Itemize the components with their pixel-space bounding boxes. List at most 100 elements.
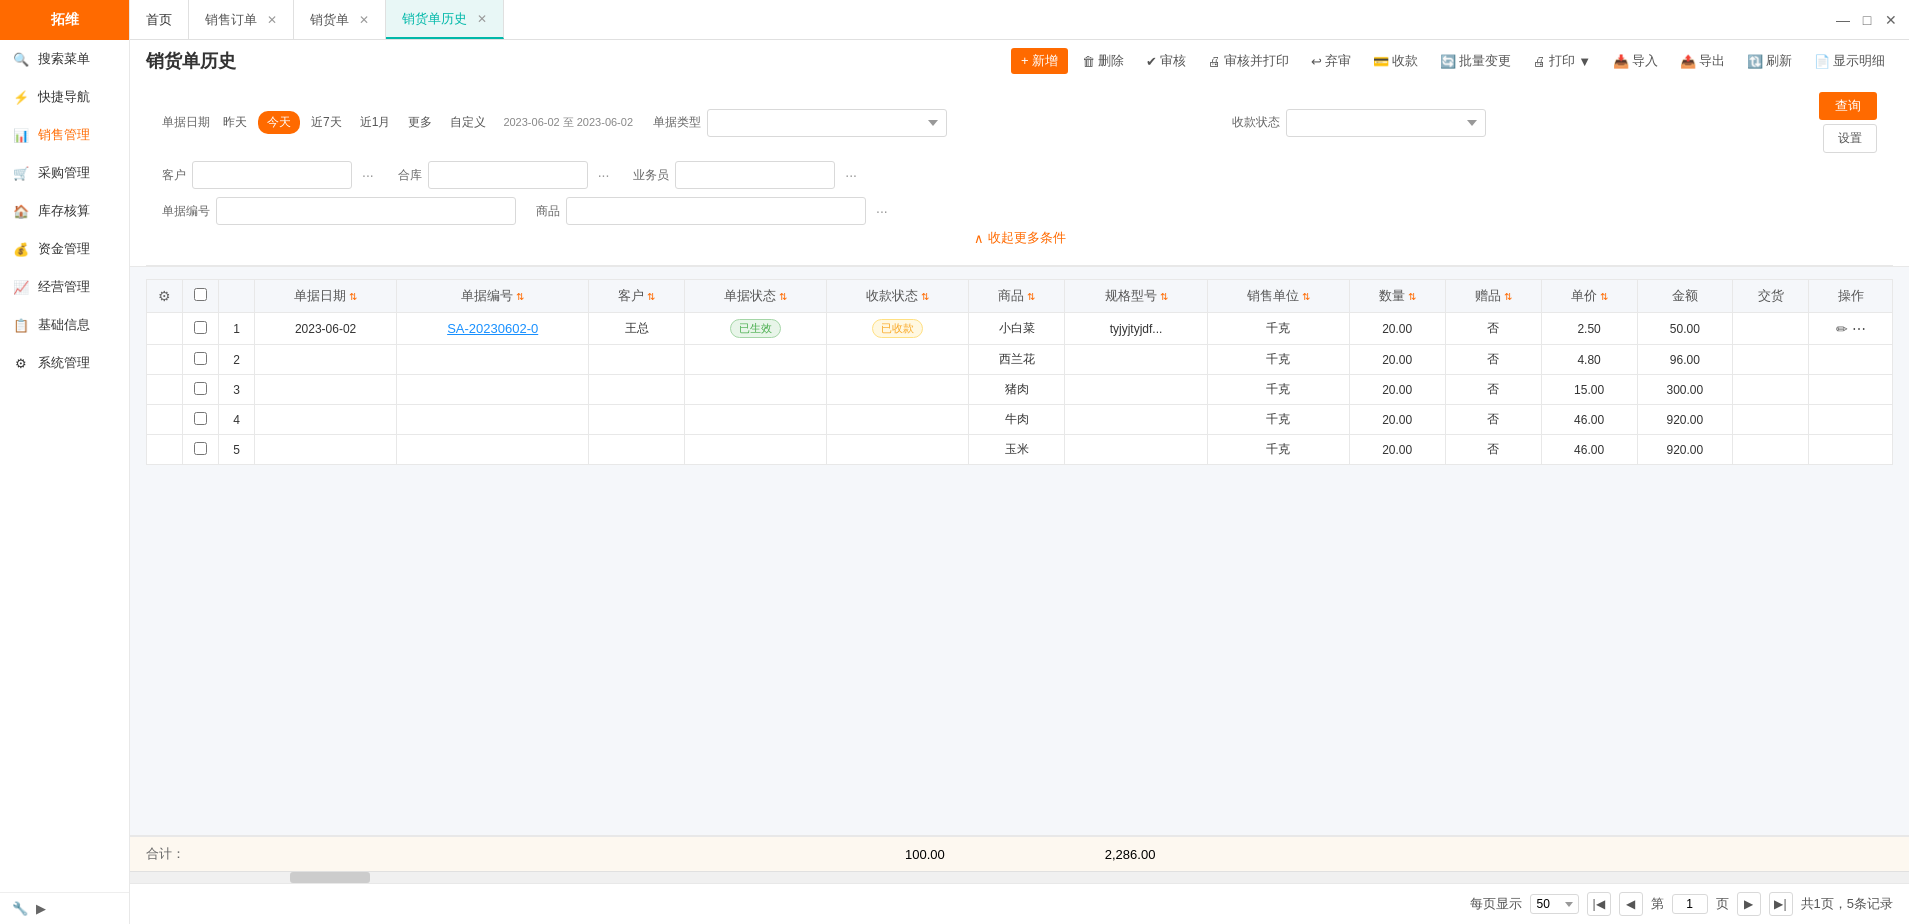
row-doc-no[interactable] xyxy=(397,435,589,465)
filter-warehouse-input[interactable] xyxy=(428,161,588,189)
th-qty[interactable]: 数量 ⇅ xyxy=(1349,280,1445,313)
sort-qty[interactable]: 数量 ⇅ xyxy=(1358,287,1437,305)
audit-print-button[interactable]: 🖨 审核并打印 xyxy=(1200,48,1297,74)
row-check-cell[interactable] xyxy=(183,375,219,405)
abandon-button[interactable]: ↩ 弃审 xyxy=(1303,48,1359,74)
th-payment-status[interactable]: 收款状态 ⇅ xyxy=(827,280,969,313)
row-doc-no[interactable] xyxy=(397,345,589,375)
row-doc-no[interactable]: SA-20230602-0 xyxy=(397,313,589,345)
filter-goods-input[interactable] xyxy=(566,197,866,225)
page-prev-btn[interactable]: ◀ xyxy=(1619,892,1643,916)
import-button[interactable]: 📥 导入 xyxy=(1605,48,1666,74)
new-button[interactable]: + 新增 xyxy=(1011,48,1068,74)
collect-button[interactable]: 💳 收款 xyxy=(1365,48,1426,74)
tab-maximize-btn[interactable]: □ xyxy=(1857,10,1877,30)
th-customer[interactable]: 客户 ⇅ xyxy=(589,280,685,313)
date-btn-yesterday[interactable]: 昨天 xyxy=(216,111,254,134)
action-more-icon[interactable]: ⋯ xyxy=(1852,321,1866,337)
th-gift[interactable]: 赠品 ⇅ xyxy=(1445,280,1541,313)
sidebar-collapse-btn[interactable]: ▶ xyxy=(36,901,46,916)
sidebar-item-ops-mgmt[interactable]: 📈 经营管理 xyxy=(0,268,129,306)
sidebar-item-basic-info[interactable]: 📋 基础信息 xyxy=(0,306,129,344)
filter-customer-input[interactable] xyxy=(192,161,352,189)
select-all-checkbox[interactable] xyxy=(194,288,207,301)
row-check-cell[interactable] xyxy=(183,313,219,345)
tab-sales-order[interactable]: 销售订单 ✕ xyxy=(189,0,294,39)
sort-unit[interactable]: 销售单位 ⇅ xyxy=(1216,287,1341,305)
date-btn-7days[interactable]: 近7天 xyxy=(304,111,349,134)
tab-sales-goods[interactable]: 销货单 ✕ xyxy=(294,0,386,39)
th-settings[interactable]: ⚙ xyxy=(147,280,183,313)
sidebar-item-quick-nav[interactable]: ⚡ 快捷导航 xyxy=(0,78,129,116)
doc-no-link[interactable]: SA-20230602-0 xyxy=(447,321,538,336)
refresh-button[interactable]: 🔃 刷新 xyxy=(1739,48,1800,74)
th-doc-no[interactable]: 单据编号 ⇅ xyxy=(397,280,589,313)
date-btn-custom[interactable]: 自定义 xyxy=(443,111,493,134)
sort-gift[interactable]: 赠品 ⇅ xyxy=(1454,287,1533,305)
delete-button[interactable]: 🗑 删除 xyxy=(1074,48,1132,74)
sort-doc-date[interactable]: 单据日期 ⇅ xyxy=(263,287,388,305)
row-check-cell[interactable] xyxy=(183,345,219,375)
tab-home[interactable]: 首页 xyxy=(130,0,189,39)
th-goods[interactable]: 商品 ⇅ xyxy=(969,280,1065,313)
column-settings-icon[interactable]: ⚙ xyxy=(158,288,171,304)
sort-spec[interactable]: 规格型号 ⇅ xyxy=(1073,287,1198,305)
customer-ellipsis-btn[interactable]: ··· xyxy=(358,167,378,183)
tab-sales-history-close[interactable]: ✕ xyxy=(477,12,487,26)
sort-doc-no[interactable]: 单据编号 ⇅ xyxy=(405,287,580,305)
th-unit[interactable]: 销售单位 ⇅ xyxy=(1207,280,1349,313)
row-doc-no[interactable] xyxy=(397,375,589,405)
filter-docno-input[interactable] xyxy=(216,197,516,225)
show-detail-button[interactable]: 📄 显示明细 xyxy=(1806,48,1893,74)
page-size-select[interactable]: 50 100 200 xyxy=(1530,894,1579,914)
action-edit-icon[interactable]: ✏ xyxy=(1836,321,1848,337)
row-doc-no[interactable] xyxy=(397,405,589,435)
tab-sales-goods-close[interactable]: ✕ xyxy=(359,13,369,27)
th-unit-price[interactable]: 单价 ⇅ xyxy=(1541,280,1637,313)
tab-sales-history[interactable]: 销货单历史 ✕ xyxy=(386,0,504,39)
scrollbar-thumb[interactable] xyxy=(290,872,370,883)
date-btn-today[interactable]: 今天 xyxy=(258,111,300,134)
sort-goods[interactable]: 商品 ⇅ xyxy=(977,287,1056,305)
sidebar-item-finance[interactable]: 💰 资金管理 xyxy=(0,230,129,268)
print-button[interactable]: 🖨 打印 ▼ xyxy=(1525,48,1599,74)
date-btn-1month[interactable]: 近1月 xyxy=(353,111,398,134)
sidebar-item-system-mgmt[interactable]: ⚙ 系统管理 xyxy=(0,344,129,382)
sort-unit-price[interactable]: 单价 ⇅ xyxy=(1550,287,1629,305)
filter-doc-type-select[interactable] xyxy=(707,109,947,137)
page-last-btn[interactable]: ▶| xyxy=(1769,892,1793,916)
page-next-btn[interactable]: ▶ xyxy=(1737,892,1761,916)
date-btn-more[interactable]: 更多 xyxy=(401,111,439,134)
sidebar-settings-bottom[interactable]: 🔧 ▶ xyxy=(0,893,129,924)
row-checkbox[interactable] xyxy=(194,442,207,455)
sort-doc-status[interactable]: 单据状态 ⇅ xyxy=(693,287,818,305)
tab-sales-order-close[interactable]: ✕ xyxy=(267,13,277,27)
goods-ellipsis-btn[interactable]: ··· xyxy=(872,203,892,219)
batch-change-button[interactable]: 🔄 批量变更 xyxy=(1432,48,1519,74)
page-number-input[interactable] xyxy=(1672,894,1708,914)
salesperson-ellipsis-btn[interactable]: ··· xyxy=(841,167,861,183)
th-doc-status[interactable]: 单据状态 ⇅ xyxy=(685,280,827,313)
th-doc-date[interactable]: 单据日期 ⇅ xyxy=(255,280,397,313)
tab-minimize-btn[interactable]: — xyxy=(1833,10,1853,30)
row-check-cell[interactable] xyxy=(183,435,219,465)
horizontal-scrollbar[interactable] xyxy=(130,871,1909,883)
sidebar-item-search-menu[interactable]: 🔍 搜索菜单 xyxy=(0,40,129,78)
filter-salesperson-input[interactable] xyxy=(675,161,835,189)
warehouse-ellipsis-btn[interactable]: ··· xyxy=(594,167,614,183)
row-checkbox[interactable] xyxy=(194,321,207,334)
tab-close-btn[interactable]: ✕ xyxy=(1881,10,1901,30)
sidebar-item-purchase-mgmt[interactable]: 🛒 采购管理 xyxy=(0,154,129,192)
query-button[interactable]: 查询 xyxy=(1819,92,1877,120)
row-checkbox[interactable] xyxy=(194,382,207,395)
sidebar-item-sales-mgmt[interactable]: 📊 销售管理 xyxy=(0,116,129,154)
audit-button[interactable]: ✔ 审核 xyxy=(1138,48,1194,74)
th-spec[interactable]: 规格型号 ⇅ xyxy=(1065,280,1207,313)
settings-filter-button[interactable]: 设置 xyxy=(1823,124,1877,153)
collapse-filter-btn[interactable]: ∧ 收起更多条件 xyxy=(974,227,1066,249)
page-first-btn[interactable]: |◀ xyxy=(1587,892,1611,916)
sort-customer[interactable]: 客户 ⇅ xyxy=(597,287,676,305)
export-button[interactable]: 📤 导出 xyxy=(1672,48,1733,74)
row-checkbox[interactable] xyxy=(194,352,207,365)
filter-payment-status-select[interactable] xyxy=(1286,109,1486,137)
